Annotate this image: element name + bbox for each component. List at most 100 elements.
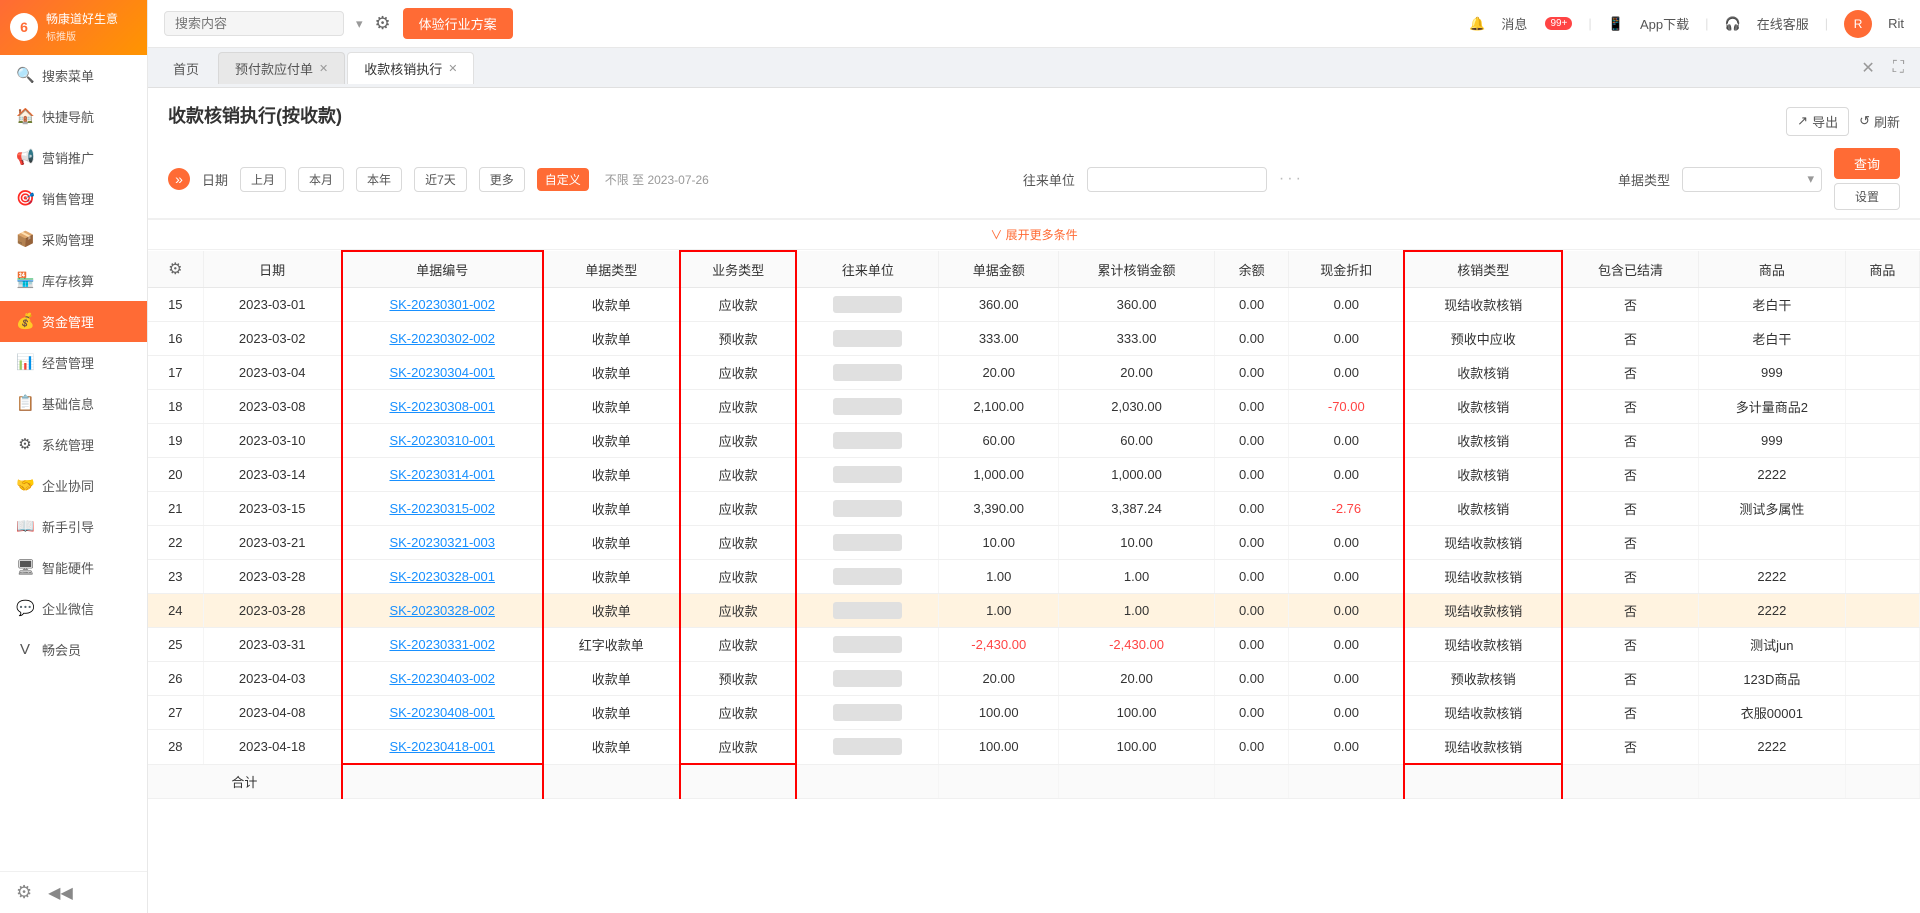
table-row: 16 2023-03-02 SK-20230302-002 收款单 预收款 33… — [148, 322, 1920, 356]
settings-bottom-icon[interactable]: ⚙ — [16, 882, 32, 903]
sidebar-item-collab[interactable]: 🤝 企业协同 — [0, 465, 147, 506]
tab-home[interactable]: 首页 — [156, 52, 216, 84]
marketing-nav-icon: 📢 — [16, 148, 34, 166]
filter-date-more[interactable]: 更多 — [479, 167, 525, 192]
refresh-button[interactable]: ↺ 刷新 — [1859, 112, 1900, 131]
topbar-settings-icon[interactable]: ⚙ — [375, 13, 391, 34]
row-amount: 20.00 — [939, 662, 1059, 696]
doc-no-link[interactable]: SK-20230304-001 — [389, 365, 495, 380]
row-no: 17 — [148, 356, 203, 390]
tab-verify[interactable]: 收款核销执行 ✕ — [347, 52, 474, 84]
doc-type-select[interactable] — [1682, 167, 1822, 192]
sidebar-item-inventory[interactable]: 🏪 库存核算 — [0, 260, 147, 301]
doc-no-link[interactable]: SK-20230408-001 — [389, 705, 495, 720]
row-verified: 20.00 — [1059, 356, 1215, 390]
row-discount: -70.00 — [1289, 390, 1405, 424]
purchase-nav-icon: 📦 — [16, 230, 34, 248]
doc-no-link[interactable]: SK-20230308-001 — [389, 399, 495, 414]
row-verify-type: 收款核销 — [1404, 458, 1562, 492]
doc-no-link[interactable]: SK-20230314-001 — [389, 467, 495, 482]
sidebar-item-finance[interactable]: 💰 资金管理 — [0, 301, 147, 342]
query-button[interactable]: 查询 — [1834, 148, 1900, 179]
row-partner — [796, 288, 938, 322]
sidebar-item-label: 库存核算 — [42, 271, 94, 290]
sidebar-item-guide[interactable]: 📖 新手引导 — [0, 506, 147, 547]
sidebar-item-label: 基础信息 — [42, 394, 94, 413]
filter-custom-button[interactable]: 自定义 — [537, 168, 589, 191]
doc-no-link[interactable]: SK-20230301-002 — [389, 297, 495, 312]
row-balance: 0.00 — [1215, 356, 1289, 390]
row-partner — [796, 662, 938, 696]
row-no: 19 — [148, 424, 203, 458]
message-label[interactable]: 消息 — [1501, 14, 1527, 33]
col-settings[interactable]: ⚙ — [148, 251, 203, 288]
user-name[interactable]: Rit — [1888, 16, 1904, 31]
doc-no-link[interactable]: SK-20230328-002 — [389, 603, 495, 618]
row-date: 2023-03-14 — [203, 458, 342, 492]
table-container[interactable]: ⚙ 日期 单据编号 单据类型 业务类型 往来单位 单据金额 累计核销金额 余额 … — [148, 250, 1920, 913]
sidebar-item-purchase[interactable]: 📦 采购管理 — [0, 219, 147, 260]
doc-no-link[interactable]: SK-20230310-001 — [389, 433, 495, 448]
filter-date-this-year[interactable]: 本年 — [356, 167, 402, 192]
verify-tab-close[interactable]: ✕ — [448, 62, 457, 75]
col-discount: 现金折扣 — [1289, 251, 1405, 288]
filter-settings-button[interactable]: 设置 — [1834, 183, 1900, 210]
col-goods1: 商品 — [1698, 251, 1845, 288]
sidebar-item-search[interactable]: 🔍 搜索菜单 — [0, 55, 147, 96]
row-partner — [796, 424, 938, 458]
doc-no-link[interactable]: SK-20230418-001 — [389, 739, 495, 754]
filter-date-this-month[interactable]: 本月 — [298, 167, 344, 192]
doc-no-link[interactable]: SK-20230315-002 — [389, 501, 495, 516]
row-doc-no: SK-20230408-001 — [342, 696, 543, 730]
doc-no-link[interactable]: SK-20230302-002 — [389, 331, 495, 346]
collapse-icon[interactable]: ◀◀ — [48, 883, 73, 903]
sidebar-item-member[interactable]: V 畅会员 — [0, 629, 147, 670]
member-nav-icon: V — [16, 641, 34, 658]
row-goods1: 测试jun — [1698, 628, 1845, 662]
filter-date-prev-month[interactable]: 上月 — [240, 167, 286, 192]
online-support-label[interactable]: 在线客服 — [1757, 14, 1809, 33]
sidebar-item-marketing[interactable]: 📢 营销推广 — [0, 137, 147, 178]
row-verified: 100.00 — [1059, 730, 1215, 765]
col-balance: 余额 — [1215, 251, 1289, 288]
table-footer-row: 合计 — [148, 764, 1920, 798]
row-doc-type: 收款单 — [543, 458, 680, 492]
doc-no-link[interactable]: SK-20230328-001 — [389, 569, 495, 584]
expand-more-btn[interactable]: ∨ 展开更多条件 — [148, 219, 1920, 250]
footer-doc-no — [342, 764, 543, 798]
prepayment-tab-close[interactable]: ✕ — [319, 62, 328, 75]
row-goods1: 999 — [1698, 424, 1845, 458]
sidebar-item-basic[interactable]: 📋 基础信息 — [0, 383, 147, 424]
sidebar-item-hardware[interactable]: 🖥 智能硬件 — [0, 547, 147, 588]
row-date: 2023-03-28 — [203, 594, 342, 628]
doc-no-link[interactable]: SK-20230331-002 — [389, 637, 495, 652]
row-verify-type: 现结收款核销 — [1404, 560, 1562, 594]
row-doc-type: 收款单 — [543, 594, 680, 628]
partner-filter-input[interactable] — [1087, 167, 1267, 192]
export-button[interactable]: ↗ 导出 — [1786, 107, 1849, 136]
sidebar-item-quicknav[interactable]: 🏠 快捷导航 — [0, 96, 147, 137]
solution-button[interactable]: 体验行业方案 — [403, 8, 513, 39]
row-no: 27 — [148, 696, 203, 730]
doc-no-link[interactable]: SK-20230403-002 — [389, 671, 495, 686]
row-amount: 1.00 — [939, 560, 1059, 594]
filter-expand-button[interactable]: » — [168, 168, 190, 190]
tab-prepayment[interactable]: 预付款应付单 ✕ — [218, 52, 345, 84]
sidebar-item-system[interactable]: ⚙ 系统管理 — [0, 424, 147, 465]
sidebar-item-wechat[interactable]: 💬 企业微信 — [0, 588, 147, 629]
filter-date-7days[interactable]: 近7天 — [414, 167, 467, 192]
doc-no-link[interactable]: SK-20230321-003 — [389, 535, 495, 550]
tab-expand-icon[interactable]: ⛶ — [1885, 59, 1912, 77]
sidebar-bottom: ⚙ ◀◀ — [0, 871, 147, 913]
finance-nav-icon: 💰 — [16, 312, 34, 330]
footer-included — [1562, 764, 1698, 798]
row-included: 否 — [1562, 662, 1698, 696]
sidebar-item-operation[interactable]: 📊 经营管理 — [0, 342, 147, 383]
search-input[interactable] — [164, 11, 344, 36]
row-goods2 — [1845, 322, 1919, 356]
operation-nav-icon: 📊 — [16, 353, 34, 371]
row-date: 2023-04-08 — [203, 696, 342, 730]
tab-close-all-icon[interactable]: ✕ — [1853, 58, 1882, 78]
sidebar-item-sales[interactable]: 🎯 销售管理 — [0, 178, 147, 219]
app-download-label[interactable]: App下载 — [1640, 14, 1689, 33]
